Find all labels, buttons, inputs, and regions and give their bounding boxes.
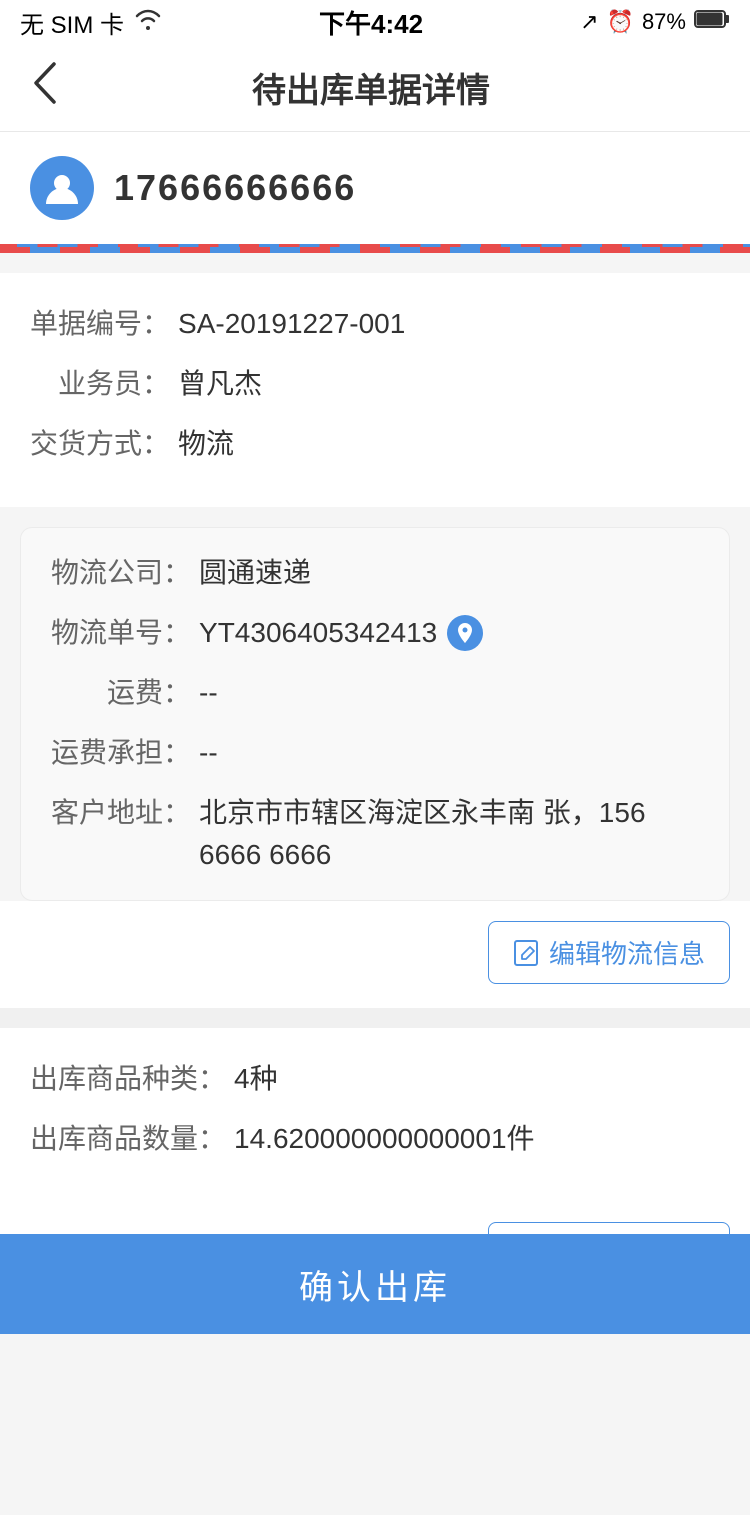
section-separator (0, 1008, 750, 1028)
freight-row: 运费： -- (51, 672, 699, 714)
goods-section: 出库商品种类： 4种 出库商品数量： 14.620000000000001件 (0, 1028, 750, 1202)
logistics-company-row: 物流公司： 圆通速递 (51, 552, 699, 594)
dashed-divider (0, 247, 750, 253)
order-number-label: 单据编号： (30, 303, 170, 345)
address-row: 客户地址： 北京市市辖区海淀区永丰南 张，156 6666 6666 (51, 792, 699, 876)
customer-phone: 17666666666 (114, 167, 356, 209)
page-title: 待出库单据详情 (78, 63, 664, 112)
battery-label: 87% (642, 9, 686, 35)
logistics-tracking-row: 物流单号： YT43064053424​13 (51, 612, 699, 654)
logistics-tracking-value: YT43064053424​13 (199, 612, 699, 654)
carrier-label: 无 SIM 卡 (20, 5, 124, 40)
order-number-value: SA-20191227-001 (178, 303, 720, 345)
goods-quantity-row: 出库商品数量： 14.620000000000001件 (30, 1118, 720, 1160)
confirm-outbound-button[interactable]: 确认出库 (0, 1234, 750, 1334)
freight-value: -- (199, 672, 699, 714)
status-left: 无 SIM 卡 (20, 5, 162, 40)
salesman-row: 业务员： 曾凡杰 (30, 363, 720, 405)
battery-icon (694, 9, 730, 35)
nav-bar: 待出库单据详情 (0, 44, 750, 132)
empty-area (0, 1315, 750, 1515)
address-label: 客户地址： (51, 792, 191, 834)
logistics-company-label: 物流公司： (51, 552, 191, 594)
delivery-row: 交货方式： 物流 (30, 423, 720, 465)
order-info-section: 单据编号： SA-20191227-001 业务员： 曾凡杰 交货方式： 物流 (0, 273, 750, 507)
freight-bear-value: -- (199, 732, 699, 774)
freight-bear-label: 运费承担： (51, 732, 191, 774)
logistics-card: 物流公司： 圆通速递 物流单号： YT43064053424​13 运费： --… (20, 527, 730, 901)
address-value: 北京市市辖区海淀区永丰南 张，156 6666 6666 (199, 792, 699, 876)
freight-bear-row: 运费承担： -- (51, 732, 699, 774)
edit-logistics-area: 编辑物流信息 (0, 901, 750, 1008)
avatar (30, 156, 94, 220)
status-time: 下午4:42 (319, 4, 423, 41)
salesman-label: 业务员： (30, 363, 170, 405)
wifi-icon (134, 8, 162, 37)
salesman-value: 曾凡杰 (178, 363, 720, 405)
delivery-label: 交货方式： (30, 423, 170, 465)
delivery-value: 物流 (178, 423, 720, 465)
alarm-icon: ⏰ (607, 9, 634, 35)
customer-header: 17666666666 (0, 132, 750, 247)
edit-logistics-button[interactable]: 编辑物流信息 (488, 921, 730, 984)
goods-type-value: 4种 (234, 1058, 720, 1100)
logistics-company-value: 圆通速递 (199, 552, 699, 594)
tracking-location-icon[interactable] (447, 615, 483, 651)
location-status-icon: ↗ (580, 9, 598, 35)
goods-quantity-value: 14.620000000000001件 (234, 1118, 720, 1160)
goods-quantity-label: 出库商品数量： (30, 1118, 226, 1160)
status-bar: 无 SIM 卡 下午4:42 ↗ ⏰ 87% (0, 0, 750, 44)
goods-type-row: 出库商品种类： 4种 (30, 1058, 720, 1100)
order-number-row: 单据编号： SA-20191227-001 (30, 303, 720, 345)
back-button[interactable] (30, 60, 58, 115)
edit-logistics-label: 编辑物流信息 (549, 934, 705, 971)
status-right: ↗ ⏰ 87% (580, 9, 730, 35)
bottom-action-bar: 确认出库 (0, 1234, 750, 1334)
logistics-tracking-label: 物流单号： (51, 612, 191, 654)
freight-label: 运费： (51, 672, 191, 714)
goods-type-label: 出库商品种类： (30, 1058, 226, 1100)
